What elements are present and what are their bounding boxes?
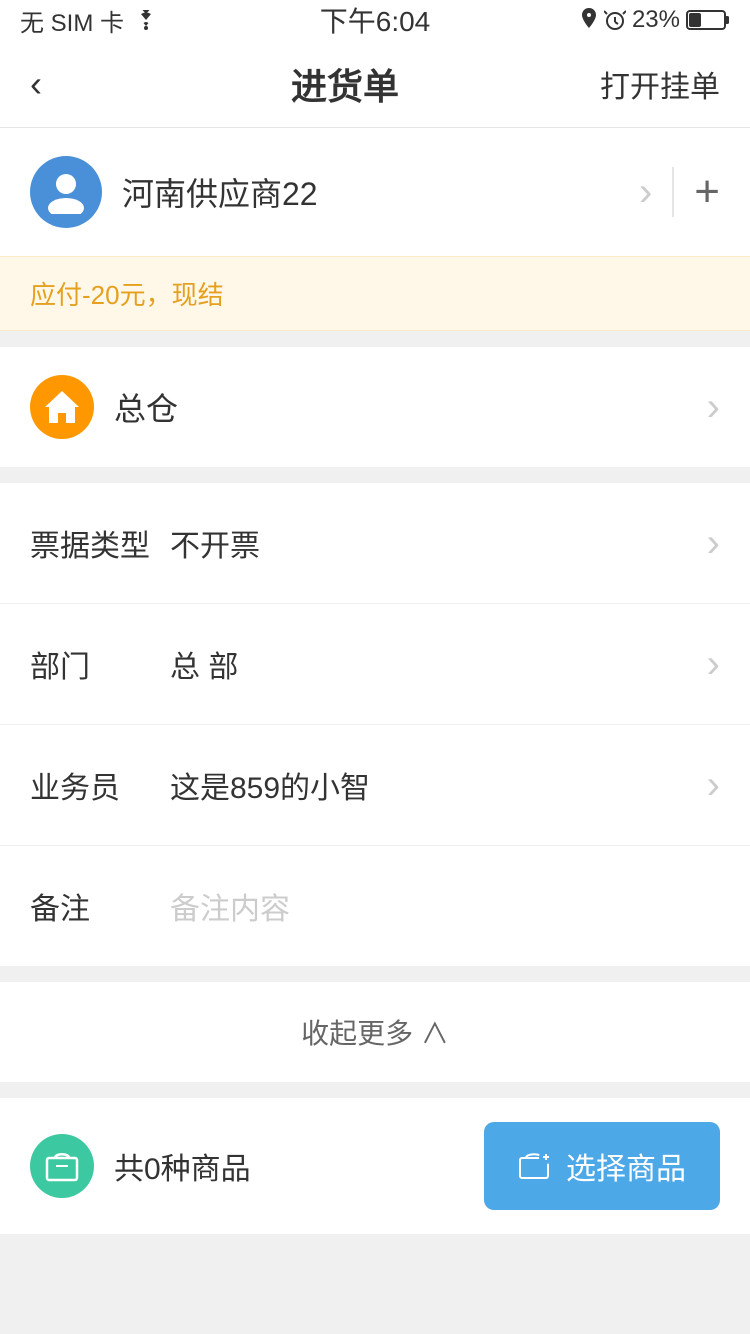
product-icon [30,1134,94,1198]
product-count: 共0种商品 [114,1144,484,1188]
invoice-arrow-icon [707,523,720,563]
select-products-label: 选择商品 [566,1144,686,1188]
warehouse-icon [30,375,94,439]
salesperson-label: 业务员 [30,763,150,807]
select-products-button[interactable]: 选择商品 [484,1122,720,1210]
notice-text: 应付-20元，现结 [30,280,224,310]
dept-row[interactable]: 部门 总 部 [0,604,750,725]
open-pending-button[interactable]: 打开挂单 [600,62,720,106]
warehouse-name: 总仓 [114,384,707,430]
battery-icon [686,9,730,31]
collapse-button[interactable]: 收起更多 ∧ [0,982,750,1082]
salesperson-value: 这是859的小智 [150,763,707,807]
status-bar-right: 23% [580,6,730,34]
content-area: 河南供应商22 + 应付-20元，现结 总仓 票据类型 不开票 [0,128,750,1234]
form-section: 票据类型 不开票 部门 总 部 业务员 这是859的小智 备注 备注内容 [0,483,750,966]
alarm-icon [604,9,626,31]
dept-value: 总 部 [150,642,707,686]
invoice-type-value: 不开票 [150,521,707,565]
house-icon [43,389,81,425]
location-icon [580,8,598,32]
salesperson-row[interactable]: 业务员 这是859的小智 [0,725,750,846]
add-supplier-button[interactable]: + [694,167,720,217]
supplier-divider [672,167,674,217]
supplier-row[interactable]: 河南供应商22 + [0,128,750,256]
remark-label: 备注 [30,884,150,928]
wifi-icon [132,10,160,30]
remark-row[interactable]: 备注 备注内容 [0,846,750,966]
select-cart-icon [518,1149,554,1183]
battery-text: 23% [632,6,680,34]
invoice-type-label: 票据类型 [30,521,150,565]
status-bar-left: 无 SIM 卡 [20,3,160,38]
product-bar: 共0种商品 选择商品 [0,1098,750,1234]
dept-arrow-icon [707,644,720,684]
status-bar: 无 SIM 卡 下午6:04 23% [0,0,750,40]
collapse-label: 收起更多 ∧ [301,1012,449,1052]
back-button[interactable]: ‹ [30,63,90,105]
dept-label: 部门 [30,642,150,686]
invoice-type-row[interactable]: 票据类型 不开票 [0,483,750,604]
supplier-section: 河南供应商22 + 应付-20元，现结 [0,128,750,331]
supplier-arrow-icon [639,172,652,212]
salesperson-arrow-icon [707,765,720,805]
status-bar-time: 下午6:04 [320,0,431,40]
remark-input[interactable]: 备注内容 [150,884,720,928]
notice-banner: 应付-20元，现结 [0,256,750,331]
nav-bar: ‹ 进货单 打开挂单 [0,40,750,128]
shopping-icon [43,1148,81,1184]
supplier-avatar [30,156,102,228]
page-title: 进货单 [291,58,399,110]
warehouse-section: 总仓 [0,347,750,467]
warehouse-arrow-icon [707,387,720,427]
carrier-text: 无 SIM 卡 [20,3,124,38]
warehouse-row[interactable]: 总仓 [0,347,750,467]
person-avatar-icon [44,170,88,214]
supplier-name: 河南供应商22 [122,169,639,215]
